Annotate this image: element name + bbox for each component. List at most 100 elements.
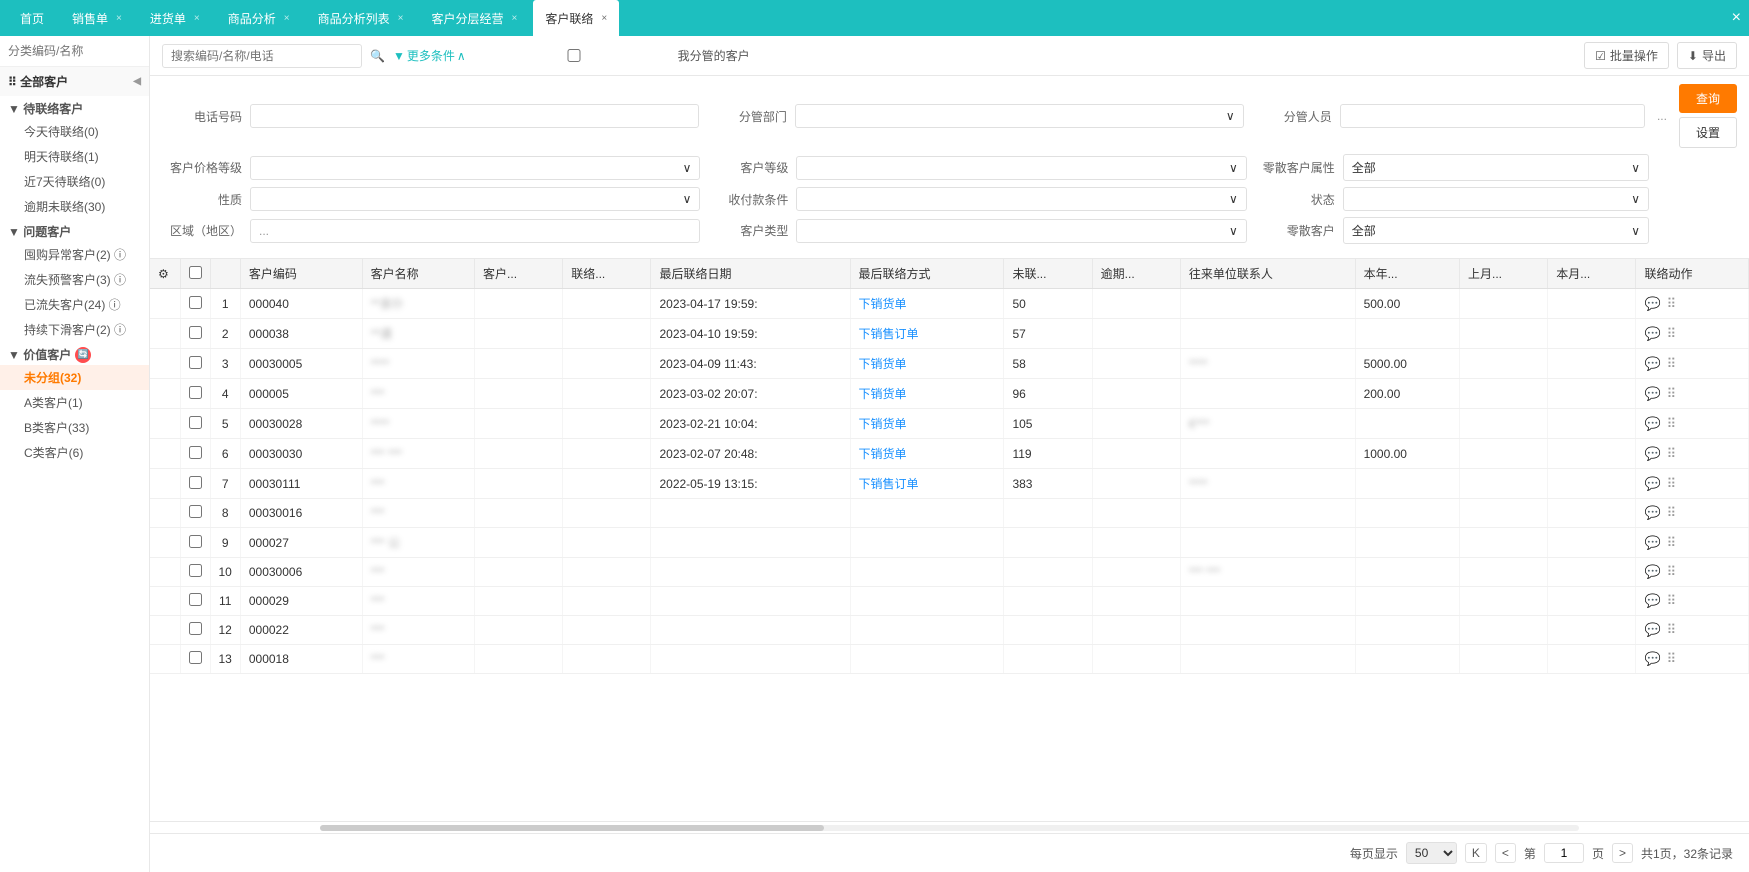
- checkbox-cell[interactable]: [180, 558, 210, 587]
- sidebar-item-7days[interactable]: 近7天待联络(0): [0, 169, 149, 194]
- last-contact-date-header[interactable]: 最后联络日期: [651, 259, 850, 289]
- tab-home[interactable]: 首页: [8, 0, 56, 36]
- overdue-header[interactable]: 逾期...: [1092, 259, 1180, 289]
- dept-select[interactable]: ∨: [795, 104, 1244, 128]
- grid-icon[interactable]: ⠿: [1667, 535, 1677, 551]
- sidebar-item-ungraded[interactable]: 未分组(32): [0, 365, 149, 390]
- comment-icon[interactable]: 💬: [1644, 505, 1660, 521]
- last-month-header[interactable]: 上月...: [1460, 259, 1548, 289]
- page-input[interactable]: [1544, 843, 1584, 863]
- comment-icon[interactable]: 💬: [1644, 476, 1660, 492]
- search-input[interactable]: [162, 44, 362, 68]
- checkbox-cell[interactable]: [180, 528, 210, 558]
- more-conditions-button[interactable]: ▼ 更多条件 ∧: [393, 47, 466, 64]
- sidebar-item-declining[interactable]: 持续下滑客户(2) ⓘ: [0, 317, 149, 342]
- scrollbar-thumb[interactable]: [320, 825, 824, 831]
- reset-button[interactable]: 设置: [1679, 117, 1737, 148]
- query-button[interactable]: 查询: [1679, 84, 1737, 113]
- type-column-header[interactable]: 客户...: [475, 259, 563, 289]
- no-contact-header[interactable]: 未联...: [1004, 259, 1092, 289]
- sidebar-item-c-class[interactable]: C类客户(6): [0, 440, 149, 465]
- checkbox-cell[interactable]: [180, 319, 210, 349]
- code-column-header[interactable]: 客户编码: [240, 259, 362, 289]
- price-level-select[interactable]: ∨: [250, 156, 700, 180]
- close-customer-contact-icon[interactable]: ×: [601, 13, 607, 24]
- grid-icon[interactable]: ⠿: [1667, 622, 1677, 638]
- this-year-header[interactable]: 本年...: [1355, 259, 1459, 289]
- manager-input[interactable]: [1340, 104, 1645, 128]
- all-customers-header[interactable]: ⠿ 全部客户 ◀: [0, 67, 149, 96]
- tab-sales[interactable]: 销售单 ×: [60, 0, 134, 36]
- grid-icon[interactable]: ⠿: [1667, 476, 1677, 492]
- comment-icon[interactable]: 💬: [1644, 622, 1660, 638]
- checkbox-cell[interactable]: [180, 587, 210, 616]
- checkbox-cell[interactable]: [180, 409, 210, 439]
- comment-icon[interactable]: 💬: [1644, 446, 1660, 462]
- checkbox-cell[interactable]: [180, 645, 210, 674]
- tab-purchase[interactable]: 进货单 ×: [138, 0, 212, 36]
- sidebar-item-b-class[interactable]: B类客户(33): [0, 415, 149, 440]
- customer-type-select[interactable]: ∨: [796, 219, 1246, 243]
- region-select[interactable]: ...: [250, 219, 700, 243]
- next-page-button[interactable]: >: [1612, 843, 1633, 863]
- settings-column-header[interactable]: ⚙: [150, 259, 180, 289]
- comment-icon[interactable]: 💬: [1644, 296, 1660, 312]
- customer-level-select[interactable]: ∨: [796, 156, 1246, 180]
- close-customer-segment-icon[interactable]: ×: [511, 13, 517, 24]
- checkbox-cell[interactable]: [180, 289, 210, 319]
- contact-action-header[interactable]: 联络动作: [1636, 259, 1749, 289]
- batch-operation-button[interactable]: ☑ 批量操作: [1584, 42, 1669, 69]
- grid-icon[interactable]: ⠿: [1667, 416, 1677, 432]
- comment-icon[interactable]: 💬: [1644, 535, 1660, 551]
- grid-icon[interactable]: ⠿: [1667, 386, 1677, 402]
- scrollbar-track[interactable]: [320, 825, 1579, 831]
- grid-icon[interactable]: ⠿: [1667, 446, 1677, 462]
- tab-product-analysis[interactable]: 商品分析 ×: [216, 0, 302, 36]
- comment-icon[interactable]: 💬: [1644, 651, 1660, 667]
- this-month-header[interactable]: 本月...: [1548, 259, 1636, 289]
- value-customers-group[interactable]: ▼ 价值客户 🔄: [0, 342, 149, 365]
- sidebar-item-hoarding[interactable]: 囤购异常客户(2) ⓘ: [0, 242, 149, 267]
- first-page-button[interactable]: K: [1465, 843, 1487, 863]
- tab-product-list[interactable]: 商品分析列表 ×: [306, 0, 416, 36]
- close-product-list-icon[interactable]: ×: [398, 13, 404, 24]
- sidebar-item-churned[interactable]: 已流失客户(24) ⓘ: [0, 292, 149, 317]
- grid-icon[interactable]: ⠿: [1667, 593, 1677, 609]
- comment-icon[interactable]: 💬: [1644, 593, 1660, 609]
- select-all-checkbox[interactable]: [189, 266, 202, 279]
- checkbox-cell[interactable]: [180, 379, 210, 409]
- close-sales-icon[interactable]: ×: [116, 13, 122, 24]
- comment-icon[interactable]: 💬: [1644, 326, 1660, 342]
- grid-icon[interactable]: ⠿: [1667, 326, 1677, 342]
- checkbox-cell[interactable]: [180, 616, 210, 645]
- collapse-icon[interactable]: ◀: [133, 76, 141, 87]
- grid-icon[interactable]: ⠿: [1667, 505, 1677, 521]
- search-icon[interactable]: 🔍: [370, 49, 385, 63]
- close-all-button[interactable]: ×: [1732, 9, 1741, 27]
- phone-input[interactable]: [250, 104, 699, 128]
- tab-customer-segment[interactable]: 客户分层经营 ×: [419, 0, 529, 36]
- nature-select[interactable]: ∨: [250, 187, 700, 211]
- unit-contact-header[interactable]: 往来单位联系人: [1180, 259, 1355, 289]
- sidebar-item-overdue[interactable]: 逾期未联络(30): [0, 194, 149, 219]
- checkbox-cell[interactable]: [180, 439, 210, 469]
- tab-customer-contact[interactable]: 客户联络 ×: [533, 0, 619, 36]
- checkbox-column-header[interactable]: [180, 259, 210, 289]
- my-customers-checkbox[interactable]: 我分管的客户: [474, 47, 750, 64]
- last-contact-method-header[interactable]: 最后联络方式: [850, 259, 1004, 289]
- sidebar-item-churn-warning[interactable]: 流失预警客户(3) ⓘ: [0, 267, 149, 292]
- sidebar-item-tomorrow[interactable]: 明天待联络(1): [0, 144, 149, 169]
- comment-icon[interactable]: 💬: [1644, 416, 1660, 432]
- horizontal-scrollbar[interactable]: [150, 821, 1749, 833]
- problem-customers-group[interactable]: ▼ 问题客户: [0, 219, 149, 242]
- grid-icon[interactable]: ⠿: [1667, 356, 1677, 372]
- pending-contact-group[interactable]: ▼ 待联络客户: [0, 96, 149, 119]
- checkbox-cell[interactable]: [180, 469, 210, 499]
- manager-ellipsis-button[interactable]: ...: [1653, 109, 1671, 123]
- sidebar-item-a-class[interactable]: A类客户(1): [0, 390, 149, 415]
- retail-attr-select[interactable]: 全部 ∨: [1343, 154, 1649, 181]
- comment-icon[interactable]: 💬: [1644, 564, 1660, 580]
- comment-icon[interactable]: 💬: [1644, 386, 1660, 402]
- per-page-select[interactable]: 50 20 100: [1406, 842, 1457, 864]
- grid-icon[interactable]: ⠿: [1667, 296, 1677, 312]
